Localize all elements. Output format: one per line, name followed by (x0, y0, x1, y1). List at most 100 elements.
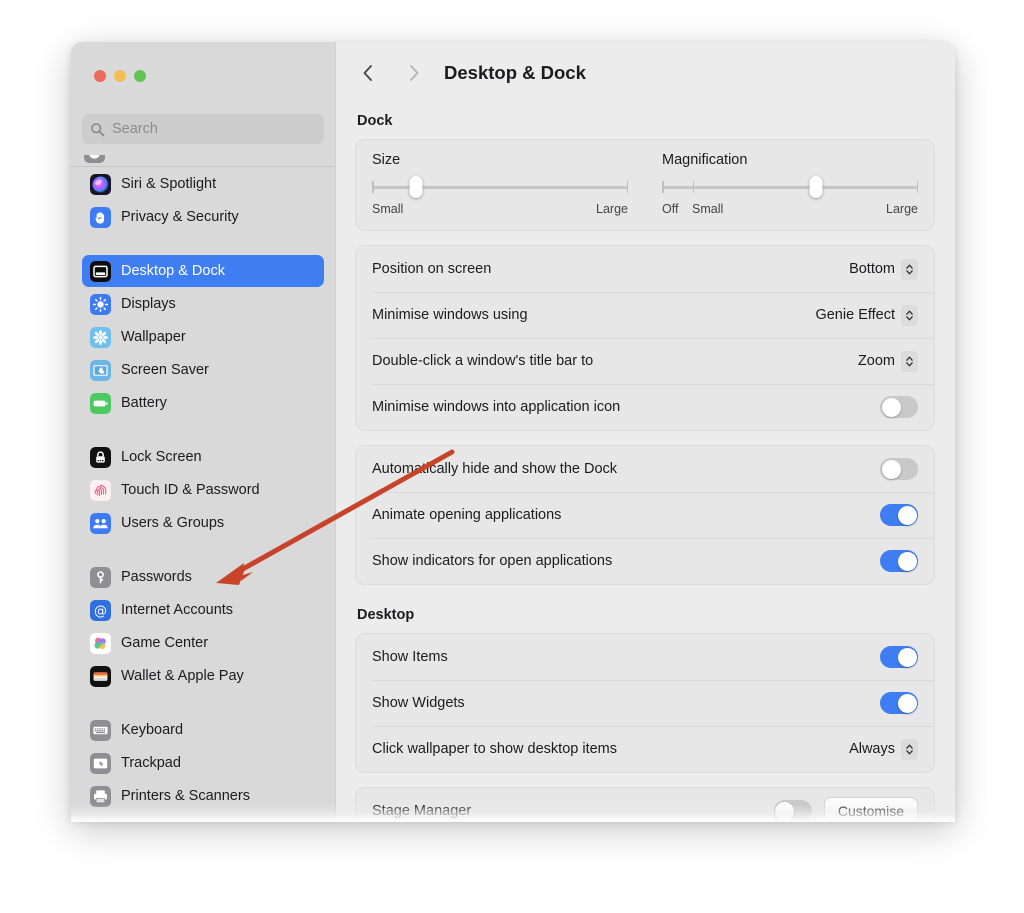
dock-size-slider[interactable] (372, 176, 628, 198)
row-label: Show Items (372, 649, 448, 665)
sidebar-item-label: Lock Screen (121, 449, 202, 465)
minimise-button[interactable] (114, 70, 126, 82)
position-on-screen-popup[interactable]: Bottom (849, 258, 918, 280)
sidebar-item-label: Touch ID & Password (121, 482, 260, 498)
dock-options-card: Position on screen Bottom Minimise windo… (355, 245, 935, 431)
sidebar-item-lock-screen[interactable]: Lock Screen (82, 441, 324, 473)
minimise-into-app-icon-toggle[interactable] (880, 396, 918, 418)
sidebar-item-desktop-dock[interactable]: Desktop & Dock (82, 255, 324, 287)
animate-opening-applications-toggle[interactable] (880, 504, 918, 526)
row-control (880, 692, 918, 714)
wallpaper-icon (90, 326, 111, 348)
slider-thumb[interactable] (409, 176, 423, 198)
sidebar-item-keyboard[interactable]: Keyboard (82, 714, 324, 746)
sidebar-item-touch-id-password[interactable]: Touch ID & Password (82, 474, 324, 506)
toolbar: Desktop & Dock (336, 42, 955, 104)
search-field[interactable] (82, 114, 324, 144)
double-click-action-popup[interactable]: Zoom (857, 350, 918, 372)
row-control: Bottom (849, 258, 918, 280)
displays-icon (90, 293, 111, 315)
toggle-knob (881, 397, 901, 417)
click-wallpaper-popup[interactable]: Always (849, 738, 918, 760)
toggle-knob (897, 693, 917, 713)
row-show-items[interactable]: Show Items (356, 634, 934, 680)
desktop-dock-icon (90, 260, 111, 282)
sidebar-item-printers-scanners[interactable]: Printers & Scanners (82, 780, 324, 812)
keyboard-icon (90, 719, 111, 741)
forward-button[interactable] (401, 60, 427, 86)
sidebar-item-screen-saver[interactable]: Screen Saver (82, 354, 324, 386)
row-label: Minimise windows into application icon (372, 399, 621, 415)
toggle-knob (775, 801, 795, 820)
close-button[interactable] (94, 70, 106, 82)
sidebar-item-game-center[interactable]: Game Center (82, 627, 324, 659)
slider-thumb[interactable] (809, 176, 823, 198)
row-label: Minimise windows using (372, 307, 528, 323)
sidebar-item-passwords[interactable]: Passwords (82, 561, 324, 593)
show-widgets-toggle[interactable] (880, 692, 918, 714)
show-indicators-toggle[interactable] (880, 550, 918, 572)
sidebar-item-users-groups[interactable]: Users & Groups (82, 507, 324, 539)
row-double-click-title-bar[interactable]: Double-click a window's title bar to Zoo… (356, 338, 934, 384)
row-control (880, 550, 918, 572)
row-auto-hide-dock[interactable]: Automatically hide and show the Dock (356, 446, 934, 492)
toggle-knob (897, 505, 917, 525)
sidebar-item-trackpad[interactable]: Trackpad (82, 747, 324, 779)
row-minimise-windows-using[interactable]: Minimise windows using Genie Effect (356, 292, 934, 338)
system-settings-window: Siri & Spotlight Privacy & Security (71, 42, 955, 820)
show-items-toggle[interactable] (880, 646, 918, 668)
back-button[interactable] (355, 60, 381, 86)
sidebar-item-siri-spotlight[interactable]: Siri & Spotlight (82, 168, 324, 200)
slider-labels: Small Large (372, 202, 628, 220)
toggle-knob (897, 551, 917, 571)
dock-magnification-slider-group: Magnification Off Small Large (662, 152, 918, 220)
sidebar-item-partial-above[interactable] (71, 155, 335, 166)
stage-manager-toggle[interactable] (773, 800, 812, 820)
sidebar-item-privacy-security[interactable]: Privacy & Security (82, 201, 324, 233)
sidebar-item-internet-accounts[interactable]: @ Internet Accounts (82, 594, 324, 626)
auto-hide-dock-toggle[interactable] (880, 458, 918, 480)
row-label: Automatically hide and show the Dock (372, 461, 618, 477)
sidebar-item-displays[interactable]: Displays (82, 288, 324, 320)
settings-scroll-area[interactable]: Dock Size Small Large Magnification Off … (336, 104, 955, 820)
slider-labels: Off Small Large (662, 202, 918, 220)
search-input[interactable] (112, 121, 316, 137)
row-control (880, 458, 918, 480)
chevron-updown-icon (901, 350, 918, 372)
row-minimise-into-app-icon[interactable]: Minimise windows into application icon (356, 384, 934, 430)
printer-icon (90, 785, 111, 807)
customise-button[interactable]: Customise (823, 797, 918, 820)
popup-value: Zoom (857, 353, 895, 369)
row-stage-manager[interactable]: Stage Manager Customise (356, 788, 934, 820)
slider-tick (372, 181, 374, 193)
sidebar-item-label: Desktop & Dock (121, 263, 225, 279)
slider-max-label: Large (596, 202, 628, 216)
row-click-wallpaper[interactable]: Click wallpaper to show desktop items Al… (356, 726, 934, 772)
sidebar-item-label: Wallet & Apple Pay (121, 668, 244, 684)
sidebar-scroll-area[interactable]: Siri & Spotlight Privacy & Security Desk… (71, 155, 335, 820)
sidebar-group-3: Lock Screen Touch ID & Password Users & … (71, 441, 335, 539)
slider-track (662, 186, 918, 189)
content-pane: Desktop & Dock Dock Size Small Large Mag… (336, 42, 955, 820)
row-show-indicators[interactable]: Show indicators for open applications (356, 538, 934, 584)
sidebar-group-2: Desktop & Dock Displays Wallpaper Screen… (71, 255, 335, 419)
zoom-button[interactable] (134, 70, 146, 82)
row-control: Zoom (857, 350, 918, 372)
svg-text:@: @ (94, 604, 107, 619)
minimise-effect-popup[interactable]: Genie Effect (815, 304, 918, 326)
wallet-icon (90, 665, 111, 687)
sidebar-item-battery[interactable]: Battery (82, 387, 324, 419)
chevron-right-icon (410, 65, 419, 81)
popup-value: Always (849, 741, 895, 757)
sidebar-group-5: Keyboard Trackpad Printers & Scanners (71, 714, 335, 812)
sidebar-item-wallpaper[interactable]: Wallpaper (82, 321, 324, 353)
row-animate-opening-applications[interactable]: Animate opening applications (356, 492, 934, 538)
row-show-widgets[interactable]: Show Widgets (356, 680, 934, 726)
sidebar: Siri & Spotlight Privacy & Security (71, 42, 336, 820)
row-position-on-screen[interactable]: Position on screen Bottom (356, 246, 934, 292)
chevron-updown-icon (901, 258, 918, 280)
dock-magnification-slider[interactable] (662, 176, 918, 198)
sidebar-item-wallet-apple-pay[interactable]: Wallet & Apple Pay (82, 660, 324, 692)
